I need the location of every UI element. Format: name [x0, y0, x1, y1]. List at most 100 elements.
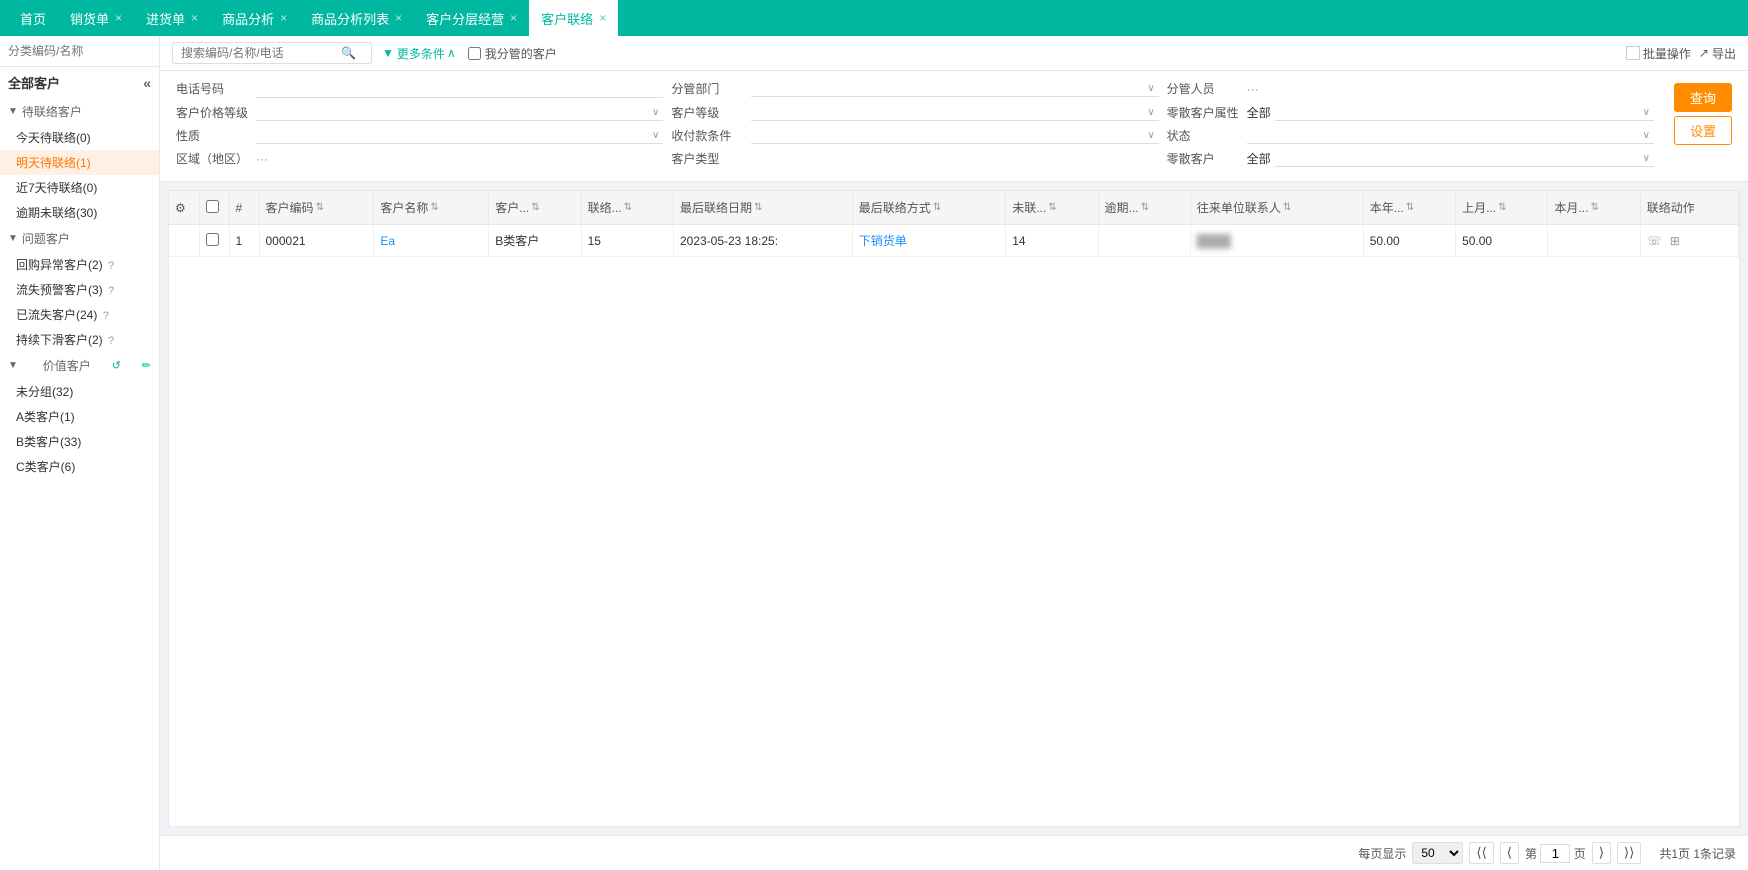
- phone-input[interactable]: [256, 79, 663, 98]
- col-last-contact-date[interactable]: 最后联络日期⇅: [673, 191, 852, 225]
- first-page-btn[interactable]: ⟨⟨: [1469, 842, 1493, 864]
- level-select[interactable]: ∨: [751, 105, 1158, 121]
- filter-row-1: 电话号码 分管部门 ∨ 分管人员 ···: [176, 79, 1654, 98]
- col-settings[interactable]: ⚙: [169, 191, 199, 225]
- reset-button[interactable]: 设置: [1674, 116, 1732, 145]
- nav-product-analysis[interactable]: 商品分析 ×: [210, 0, 299, 36]
- search-input[interactable]: [181, 46, 341, 60]
- info-icon-declining: ?: [108, 335, 114, 347]
- more-filter-btn[interactable]: ▼ 更多条件 ∧: [382, 45, 456, 62]
- this-month-sort-icon: ⇅: [1590, 202, 1598, 213]
- sidebar-item-a-class[interactable]: A类客户(1): [0, 404, 159, 429]
- retail-label: 零散客户: [1167, 150, 1247, 167]
- col-this-month[interactable]: 本月...⇅: [1548, 191, 1640, 225]
- dept-label: 分管部门: [671, 80, 751, 97]
- row-this-month: [1548, 225, 1640, 257]
- my-customers-checkbox[interactable]: [468, 47, 481, 60]
- filter-row-2: 客户价格等级 ∨ 客户等级 ∨: [176, 104, 1654, 121]
- select-all-checkbox[interactable]: [206, 200, 219, 213]
- nav-product-analysis-list-close[interactable]: ×: [395, 11, 402, 25]
- col-this-year[interactable]: 本年...⇅: [1363, 191, 1455, 225]
- nav-sales[interactable]: 销货单 ×: [58, 0, 134, 36]
- sidebar-item-overdue[interactable]: 逾期未联络(30): [0, 200, 159, 225]
- nature-select[interactable]: ∨: [256, 128, 663, 144]
- filter-phone: 电话号码: [176, 79, 663, 98]
- search-box: 🔍: [172, 42, 372, 64]
- nav-purchase-close[interactable]: ×: [191, 11, 198, 25]
- filter-nature: 性质 ∨: [176, 127, 663, 144]
- my-customers-checkbox-label[interactable]: 我分管的客户: [468, 45, 557, 62]
- row-select-checkbox[interactable]: [206, 233, 219, 246]
- all-customers-header[interactable]: 全部客户 «: [0, 67, 159, 98]
- phone-label: 电话号码: [176, 80, 256, 97]
- col-no-contact[interactable]: 未联...⇅: [1006, 191, 1098, 225]
- sidebar-item-abnormal[interactable]: 回购异常客户(2) ?: [0, 252, 159, 277]
- sidebar-item-unclassified[interactable]: 未分组(32): [0, 379, 159, 404]
- retail-value: 全部: [1247, 150, 1271, 167]
- top-navigation: 首页 销货单 × 进货单 × 商品分析 × 商品分析列表 × 客户分层经营 × …: [0, 0, 1748, 36]
- sidebar-item-tomorrow[interactable]: 明天待联络(1): [0, 150, 159, 175]
- dept-select[interactable]: ∨: [751, 81, 1158, 97]
- col-unit-contact[interactable]: 往来单位联系人⇅: [1190, 191, 1363, 225]
- export-btn[interactable]: ↗ 导出: [1699, 45, 1736, 62]
- col-type[interactable]: 客户...⇅: [489, 191, 581, 225]
- last-page-btn[interactable]: ⟩⟩: [1617, 842, 1641, 864]
- col-checkbox[interactable]: [199, 191, 229, 225]
- sidebar-item-warning[interactable]: 流失预警客户(3) ?: [0, 277, 159, 302]
- row-checkbox[interactable]: [199, 225, 229, 257]
- sidebar-item-today[interactable]: 今天待联络(0): [0, 125, 159, 150]
- payment-arrow-icon: ∨: [1147, 130, 1154, 141]
- payment-select[interactable]: ∨: [751, 128, 1158, 144]
- per-page-label: 每页显示: [1358, 845, 1406, 862]
- retail-attr-select[interactable]: ∨: [1275, 105, 1654, 121]
- nav-customer-contact-close[interactable]: ×: [599, 11, 606, 25]
- col-contact[interactable]: 联络...⇅: [581, 191, 673, 225]
- row-overdue: [1098, 225, 1190, 257]
- nav-product-analysis-list[interactable]: 商品分析列表 ×: [299, 0, 414, 36]
- sidebar-item-7days[interactable]: 近7天待联络(0): [0, 175, 159, 200]
- sidebar-search-input[interactable]: [8, 44, 160, 58]
- all-customers-label: 全部客户: [8, 73, 60, 92]
- prev-page-btn[interactable]: ⟨: [1500, 842, 1519, 864]
- nav-customer-segment-close[interactable]: ×: [510, 11, 517, 25]
- nav-customer-contact[interactable]: 客户联络 ×: [529, 0, 618, 36]
- grade-select[interactable]: ∨: [256, 105, 663, 121]
- batch-action-label: 批量操作: [1643, 45, 1691, 62]
- person-dots[interactable]: ···: [1247, 82, 1259, 96]
- retail-select[interactable]: ∨: [1275, 151, 1654, 167]
- value-edit-icon[interactable]: ✏: [142, 359, 151, 372]
- col-last-contact-method[interactable]: 最后联络方式⇅: [852, 191, 1005, 225]
- nav-sales-close[interactable]: ×: [115, 11, 122, 25]
- nav-customer-segment[interactable]: 客户分层经营 ×: [414, 0, 529, 36]
- action-phone-icon[interactable]: ☏: [1647, 234, 1662, 248]
- col-last-month[interactable]: 上月...⇅: [1456, 191, 1548, 225]
- customer-table-container: ⚙ # 客户编码⇅ 客户名称⇅ 客户...⇅ 联络...⇅ 最后联络日期⇅ 最后…: [168, 190, 1740, 827]
- sidebar-item-declining[interactable]: 持续下滑客户(2) ?: [0, 327, 159, 352]
- action-grid-icon[interactable]: ⊞: [1670, 234, 1680, 248]
- nav-product-analysis-close[interactable]: ×: [280, 11, 287, 25]
- sidebar-item-lost[interactable]: 已流失客户(24) ?: [0, 302, 159, 327]
- next-page-btn[interactable]: ⟩: [1592, 842, 1611, 864]
- col-overdue[interactable]: 逾期...⇅: [1098, 191, 1190, 225]
- row-no: 1: [229, 225, 259, 257]
- sidebar-item-c-class[interactable]: C类客户(6): [0, 454, 159, 479]
- page-number-input[interactable]: [1540, 844, 1570, 863]
- col-code[interactable]: 客户编码⇅: [259, 191, 374, 225]
- search-icon[interactable]: 🔍: [341, 46, 356, 60]
- per-page-select[interactable]: 50 100 200: [1412, 842, 1463, 864]
- row-last-contact-method[interactable]: 下销货单: [852, 225, 1005, 257]
- row-name[interactable]: Ea: [374, 225, 489, 257]
- batch-action-btn[interactable]: 批量操作: [1626, 45, 1691, 62]
- nav-home[interactable]: 首页: [8, 0, 58, 36]
- status-select[interactable]: ∨: [1247, 128, 1654, 144]
- col-name[interactable]: 客户名称⇅: [374, 191, 489, 225]
- sidebar-item-b-class[interactable]: B类客户(33): [0, 429, 159, 454]
- query-button[interactable]: 查询: [1674, 83, 1732, 112]
- nav-purchase[interactable]: 进货单 ×: [134, 0, 210, 36]
- table-body: 1 000021 Ea B类客户 15 2023-05-23 18:25: 下销…: [169, 225, 1739, 257]
- value-refresh-icon[interactable]: ↺: [112, 359, 121, 372]
- filter-person: 分管人员 ···: [1167, 80, 1654, 97]
- area-dots[interactable]: ···: [256, 152, 268, 166]
- row-last-month: 50.00: [1456, 225, 1548, 257]
- filter-status: 状态 ∨: [1167, 127, 1654, 144]
